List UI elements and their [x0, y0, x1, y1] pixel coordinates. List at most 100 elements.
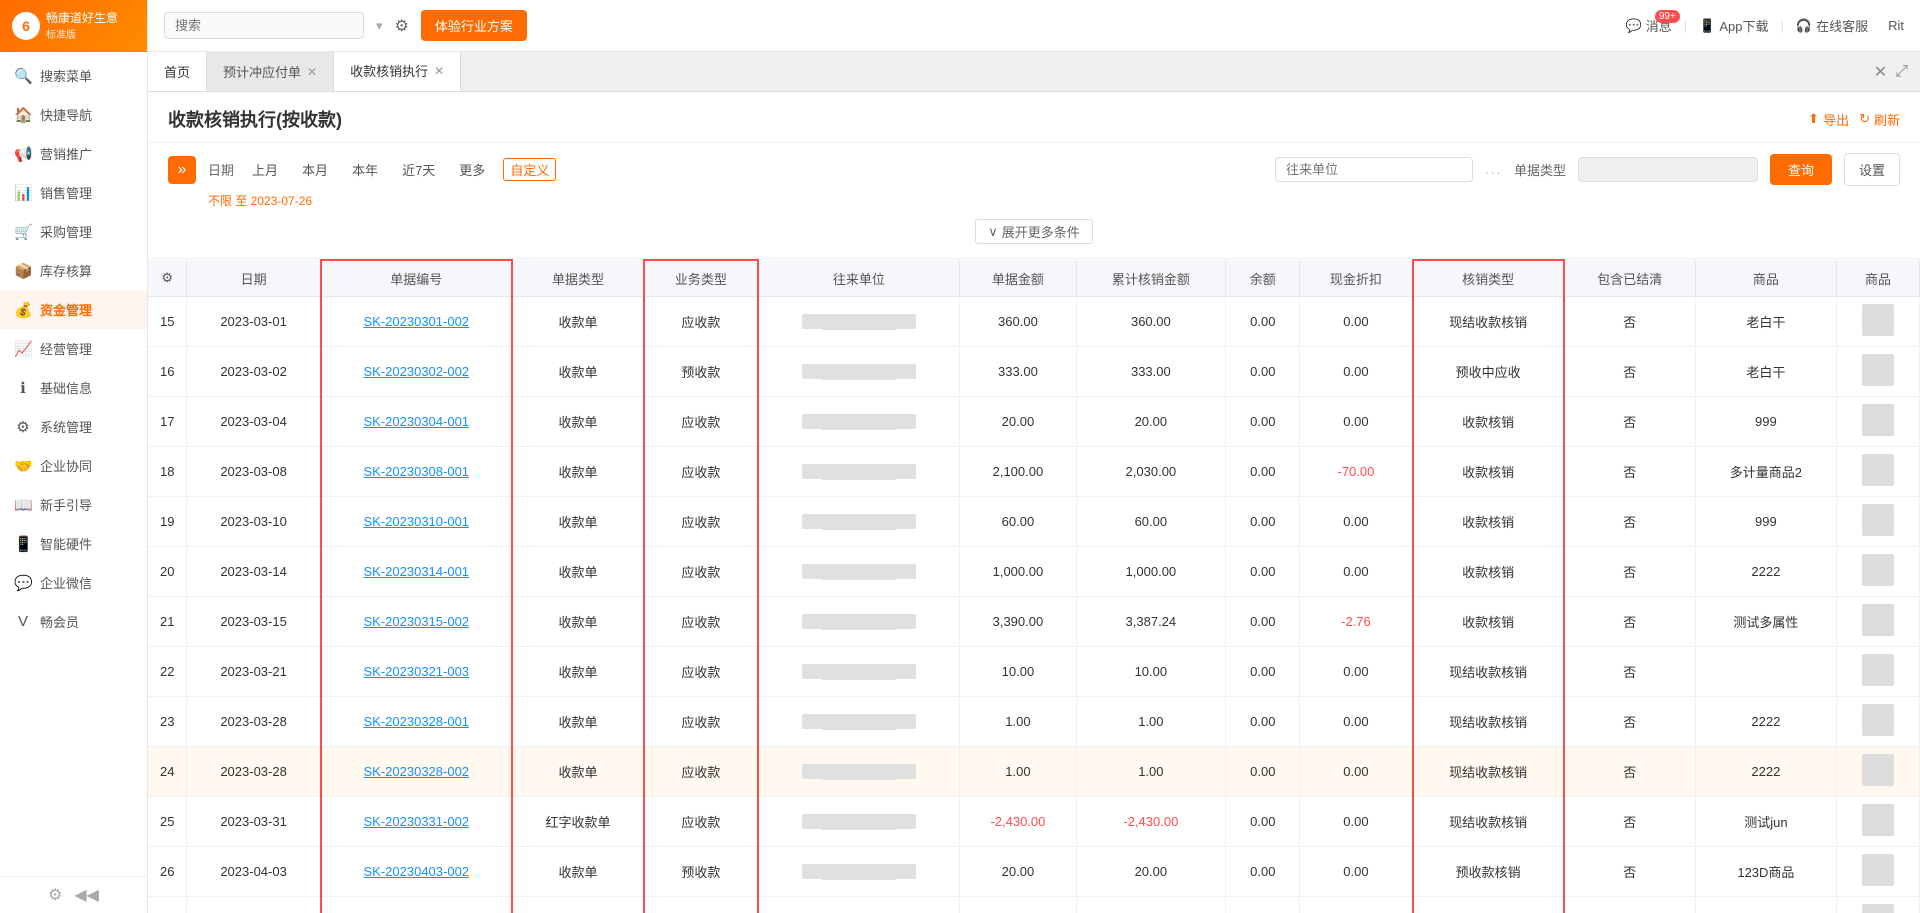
cell-partner: ████████: [758, 847, 960, 897]
cell-product: 123D商品: [1695, 847, 1836, 897]
gear-icon[interactable]: ⚙: [395, 16, 409, 36]
bill-no-link[interactable]: SK-20230321-003: [364, 664, 470, 679]
tab-payable[interactable]: 预计冲应付单 ✕: [207, 52, 334, 91]
cell-bill-type: 收款单: [512, 497, 644, 547]
bill-no-link[interactable]: SK-20230315-002: [364, 614, 470, 629]
sidebar-item-畅会员[interactable]: V畅会员: [0, 602, 147, 641]
user-name[interactable]: Rit: [1888, 18, 1904, 33]
cell-bill-type: 收款单: [512, 447, 644, 497]
solution-button[interactable]: 体验行业方案: [421, 10, 527, 41]
sidebar-item-企业微信[interactable]: 💬企业微信: [0, 563, 147, 602]
settings-icon[interactable]: ⚙: [161, 270, 173, 285]
cell-product: 2222: [1695, 547, 1836, 597]
online-service-button[interactable]: 🎧 在线客服: [1796, 16, 1868, 35]
sidebar-item-营销推广[interactable]: 📢营销推广: [0, 134, 147, 173]
sidebar-logo: 6 畅康道好生意 标准版: [0, 0, 147, 52]
cell-verified: 2,030.00: [1076, 447, 1226, 497]
bill-type-select[interactable]: [1578, 157, 1758, 182]
cell-bill-type: 收款单: [512, 847, 644, 897]
filter-more[interactable]: 更多: [453, 158, 491, 181]
filter-expand[interactable]: ∨ 展开更多条件: [168, 215, 1900, 248]
sidebar-item-label: 库存核算: [40, 261, 92, 280]
sidebar-item-企业协同[interactable]: 🤝企业协同: [0, 446, 147, 485]
cell-discount: 0.00: [1300, 497, 1413, 547]
filter-custom[interactable]: 自定义: [503, 158, 556, 181]
sidebar-icon: ℹ: [14, 379, 32, 397]
bill-no-link[interactable]: SK-20230302-002: [364, 364, 470, 379]
collapse-icon[interactable]: ◀◀: [74, 885, 99, 905]
chevron-down-icon[interactable]: ▾: [376, 18, 383, 34]
filter-prev-month[interactable]: 上月: [246, 158, 284, 181]
sidebar-item-采购管理[interactable]: 🛒采购管理: [0, 212, 147, 251]
sidebar-item-搜索菜单[interactable]: 🔍搜索菜单: [0, 56, 147, 95]
bill-no-link[interactable]: SK-20230308-001: [364, 464, 470, 479]
cell-amount: 20.00: [960, 397, 1076, 447]
sidebar-item-系统管理[interactable]: ⚙系统管理: [0, 407, 147, 446]
bill-no-link[interactable]: SK-20230328-002: [364, 764, 470, 779]
sidebar-item-快捷导航[interactable]: 🏠快捷导航: [0, 95, 147, 134]
bill-no-link[interactable]: SK-20230403-002: [364, 864, 470, 879]
cell-partner: ████████: [758, 297, 960, 347]
bill-no-link[interactable]: SK-20230314-001: [364, 564, 470, 579]
query-button[interactable]: 查询: [1770, 154, 1832, 185]
cell-product2: [1837, 797, 1920, 847]
collapse-toggle[interactable]: »: [168, 156, 196, 184]
filter-this-month[interactable]: 本月: [296, 158, 334, 181]
settings-icon[interactable]: ⚙: [48, 885, 62, 905]
bill-no-link[interactable]: SK-20230301-002: [364, 314, 470, 329]
tab-collection[interactable]: 收款核销执行 ✕: [334, 52, 461, 91]
sidebar-item-基础信息[interactable]: ℹ基础信息: [0, 368, 147, 407]
bill-no-link[interactable]: SK-20230304-001: [364, 414, 470, 429]
cell-bill-type: 收款单: [512, 747, 644, 797]
sidebar-item-资金管理[interactable]: 💰资金管理: [0, 290, 147, 329]
cell-discount: 0.00: [1300, 397, 1413, 447]
col-biz-type: 业务类型: [644, 260, 757, 297]
col-settings[interactable]: ⚙: [148, 260, 187, 297]
export-button[interactable]: ⬆ 导出: [1808, 110, 1849, 129]
cell-discount: 0.00: [1300, 547, 1413, 597]
cell-bill-type: 收款单: [512, 397, 644, 447]
app-download-button[interactable]: 📱 App下载: [1699, 16, 1768, 35]
close-all-icon[interactable]: ✕: [1874, 62, 1887, 82]
cell-biz-type: 预收款: [644, 347, 757, 397]
sidebar-item-库存核算[interactable]: 📦库存核算: [0, 251, 147, 290]
sidebar-item-智能硬件[interactable]: 📱智能硬件: [0, 524, 147, 563]
cell-verify-type: 现结收款核销: [1413, 797, 1564, 847]
cell-included: 否: [1564, 747, 1696, 797]
filter-7days[interactable]: 近7天: [396, 158, 441, 181]
main-content: ▾ ⚙ 体验行业方案 💬 消息 99+ | 📱 App下载 | 🎧 在线客服 R…: [148, 0, 1920, 913]
message-button[interactable]: 💬 消息 99+: [1626, 16, 1672, 35]
cell-included: 否: [1564, 347, 1696, 397]
product-thumbnail: [1862, 604, 1894, 636]
cell-verified: -2,430.00: [1076, 797, 1226, 847]
bill-no-link[interactable]: SK-20230328-001: [364, 714, 470, 729]
filter-this-year[interactable]: 本年: [346, 158, 384, 181]
filter-settings-button[interactable]: 设置: [1844, 153, 1900, 186]
cell-balance: 0.00: [1226, 747, 1300, 797]
cell-amount: 1,000.00: [960, 547, 1076, 597]
sidebar-item-销售管理[interactable]: 📊销售管理: [0, 173, 147, 212]
cell-biz-type: 应收款: [644, 597, 757, 647]
partner-input[interactable]: [1275, 157, 1473, 182]
sidebar-item-新手引导[interactable]: 📖新手引导: [0, 485, 147, 524]
cell-bill-no: SK-20230301-002: [321, 297, 512, 347]
cell-bill-no: SK-20230302-002: [321, 347, 512, 397]
col-amount: 单据金额: [960, 260, 1076, 297]
table-section[interactable]: ⚙ 日期 单据编号 单据类型 业务类型 往来单位 单据金额 累计核销金额 余额 …: [148, 259, 1920, 913]
tab-home[interactable]: 首页: [148, 52, 207, 91]
cell-discount: -70.00: [1300, 447, 1413, 497]
product-thumbnail: [1862, 404, 1894, 436]
bill-no-link[interactable]: SK-20230310-001: [364, 514, 470, 529]
search-input[interactable]: [164, 12, 364, 39]
cell-balance: 0.00: [1226, 797, 1300, 847]
tab-collection-close-icon[interactable]: ✕: [434, 64, 444, 78]
tab-payable-close-icon[interactable]: ✕: [307, 65, 317, 79]
sidebar-item-经营管理[interactable]: 📈经营管理: [0, 329, 147, 368]
cell-amount: 3,390.00: [960, 597, 1076, 647]
cell-date: 2023-03-04: [187, 397, 321, 447]
refresh-button[interactable]: ↻ 刷新: [1859, 110, 1900, 129]
expand-icon[interactable]: ⤢: [1895, 63, 1908, 81]
filter-bar: » 日期 上月 本月 本年 近7天 更多 自定义 ... 单据类型 查询 设置: [148, 143, 1920, 259]
bill-no-link[interactable]: SK-20230331-002: [364, 814, 470, 829]
page-header: 收款核销执行(按收款) ⬆ 导出 ↻ 刷新: [148, 92, 1920, 143]
